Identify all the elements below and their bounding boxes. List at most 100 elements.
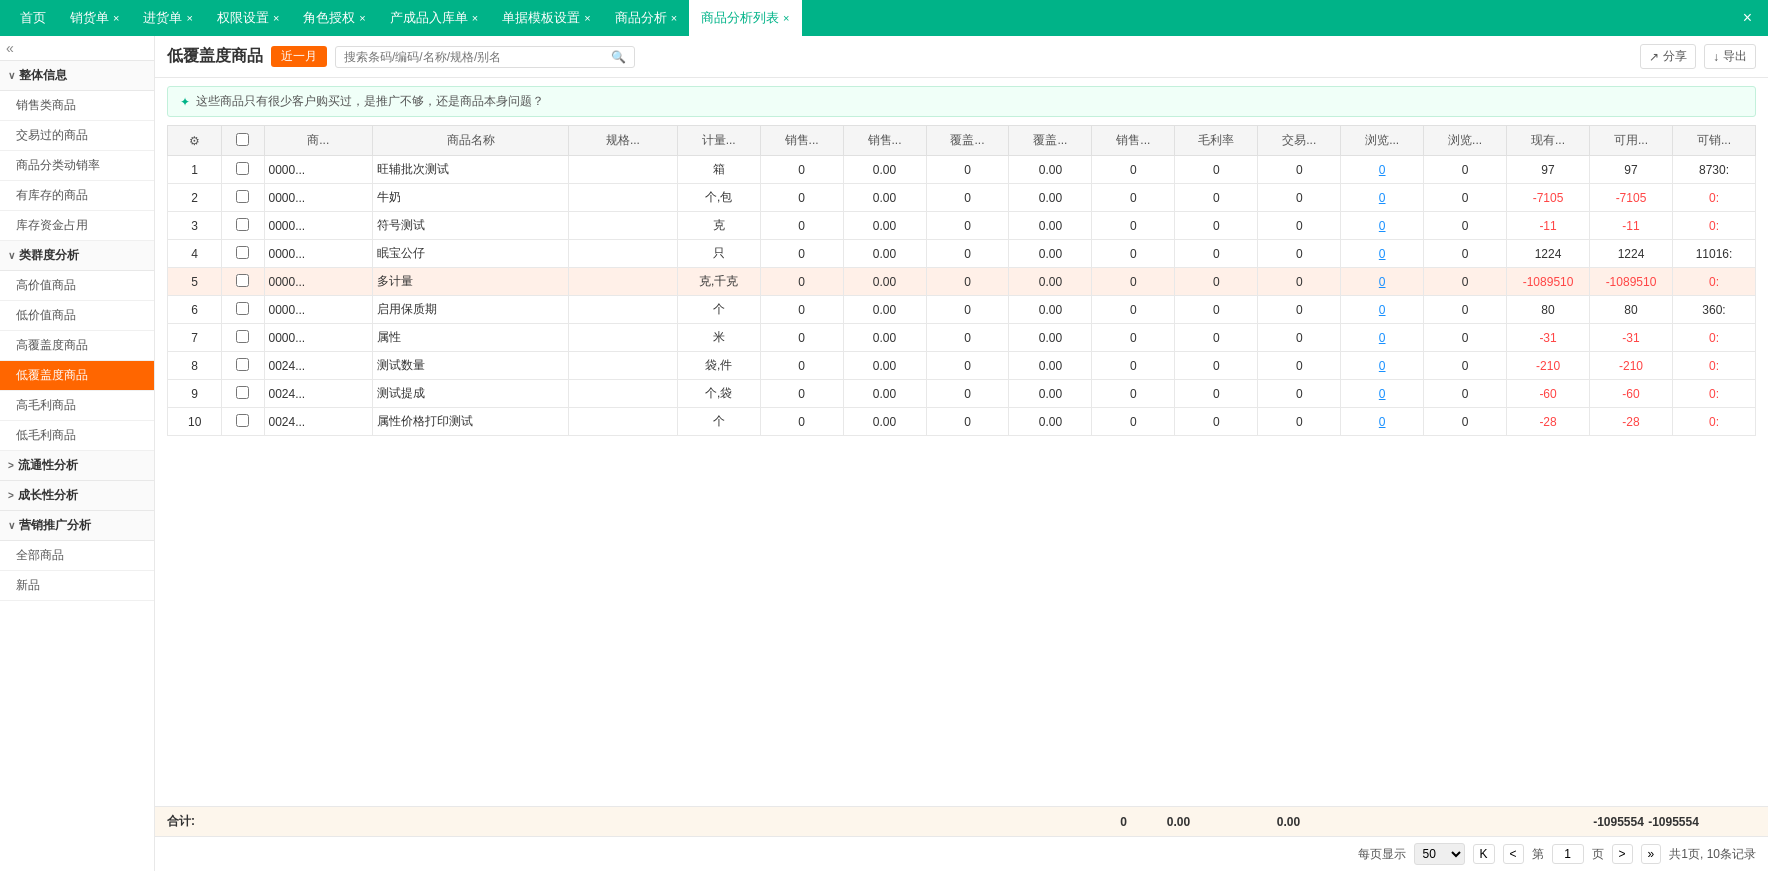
cell-code: 0000... [264, 296, 373, 324]
sidebar-item-low-profit[interactable]: 低毛利商品 [0, 421, 154, 451]
cell-sales3: 0 [1092, 212, 1175, 240]
data-table-container[interactable]: ⚙ 商... 商品名称 规格... 计量... 销售... 销售... 覆盖..… [167, 125, 1756, 806]
cell-browse1[interactable]: 0 [1341, 184, 1424, 212]
sidebar-item-low-coverage[interactable]: 低覆盖度商品 [0, 361, 154, 391]
close-sales-order-icon[interactable]: × [113, 0, 119, 36]
nav-home[interactable]: 首页 [8, 0, 58, 36]
sidebar-items-cluster: 高价值商品 低价值商品 高覆盖度商品 低覆盖度商品 高毛利商品 低毛利商品 [0, 271, 154, 451]
sidebar-item-stocked[interactable]: 有库存的商品 [0, 181, 154, 211]
close-permission-icon[interactable]: × [273, 0, 279, 36]
prev-page-button[interactable]: < [1503, 844, 1524, 864]
cell-browse1[interactable]: 0 [1341, 240, 1424, 268]
cell-gross: 0 [1175, 408, 1258, 436]
nav-permission-settings[interactable]: 权限设置 × [205, 0, 291, 36]
sidebar-item-high-profit[interactable]: 高毛利商品 [0, 391, 154, 421]
next-page-button[interactable]: > [1612, 844, 1633, 864]
cell-name: 眠宝公仔 [373, 240, 569, 268]
nav-role-auth[interactable]: 角色授权 × [291, 0, 377, 36]
cell-trade: 0 [1258, 240, 1341, 268]
cell-browse1[interactable]: 0 [1341, 296, 1424, 324]
cell-name: 旺辅批次测试 [373, 156, 569, 184]
cell-sales1: 0 [760, 156, 843, 184]
cell-browse1[interactable]: 0 [1341, 408, 1424, 436]
cell-cover2: 0.00 [1009, 212, 1092, 240]
cell-seq: 7 [168, 324, 222, 352]
search-icon[interactable]: 🔍 [611, 50, 626, 64]
cell-available: 1224 [1590, 240, 1673, 268]
nav-template-settings[interactable]: 单据模板设置 × [490, 0, 602, 36]
cell-saleable: 0: [1672, 212, 1755, 240]
cell-current: -1089510 [1507, 268, 1590, 296]
nav-product-analysis[interactable]: 商品分析 × [603, 0, 689, 36]
first-page-button[interactable]: K [1473, 844, 1495, 864]
sidebar-item-high-coverage[interactable]: 高覆盖度商品 [0, 331, 154, 361]
cell-sales1: 0 [760, 268, 843, 296]
close-template-icon[interactable]: × [584, 0, 590, 36]
cell-browse1[interactable]: 0 [1341, 156, 1424, 184]
sidebar-collapse-icon[interactable]: « [6, 40, 14, 56]
close-purchase-order-icon[interactable]: × [186, 0, 192, 36]
th-settings[interactable]: ⚙ [168, 126, 222, 156]
sidebar-item-high-value[interactable]: 高价值商品 [0, 271, 154, 301]
th-gross: 毛利率 [1175, 126, 1258, 156]
sidebar-item-new-products[interactable]: 新品 [0, 571, 154, 601]
cell-name: 启用保质期 [373, 296, 569, 324]
sidebar-item-capital[interactable]: 库存资金占用 [0, 211, 154, 241]
last-page-button[interactable]: » [1641, 844, 1662, 864]
search-input[interactable] [344, 50, 607, 64]
sidebar-item-category-rate[interactable]: 商品分类动销率 [0, 151, 154, 181]
page-size-select[interactable]: 50 100 200 [1414, 843, 1465, 865]
sidebar-item-all-products[interactable]: 全部商品 [0, 541, 154, 571]
close-role-icon[interactable]: × [359, 0, 365, 36]
cell-browse1[interactable]: 0 [1341, 212, 1424, 240]
th-checkbox[interactable] [222, 126, 264, 156]
cell-check[interactable] [222, 296, 264, 324]
sidebar-section-overall[interactable]: ∨ 整体信息 [0, 61, 154, 91]
sidebar-section-cluster[interactable]: ∨ 类群度分析 [0, 241, 154, 271]
time-filter-button[interactable]: 近一月 [271, 46, 327, 67]
cell-check[interactable] [222, 184, 264, 212]
export-button[interactable]: ↓ 导出 [1704, 44, 1756, 69]
th-cover2: 覆盖... [1009, 126, 1092, 156]
cell-browse1[interactable]: 0 [1341, 324, 1424, 352]
nav-product-warehouse[interactable]: 产成品入库单 × [378, 0, 490, 36]
sidebar-items-marketing: 全部商品 新品 [0, 541, 154, 601]
nav-sales-order[interactable]: 销货单 × [58, 0, 131, 36]
sidebar-section-marketing[interactable]: ∨ 营销推广分析 [0, 511, 154, 541]
th-current: 现有... [1507, 126, 1590, 156]
cell-browse1[interactable]: 0 [1341, 352, 1424, 380]
close-warehouse-icon[interactable]: × [472, 0, 478, 36]
cell-browse2: 0 [1424, 324, 1507, 352]
close-all-button[interactable]: × [1735, 9, 1760, 27]
cell-seq: 9 [168, 380, 222, 408]
share-button[interactable]: ↗ 分享 [1640, 44, 1696, 69]
cell-available: -7105 [1590, 184, 1673, 212]
cell-code: 0024... [264, 352, 373, 380]
close-analysis-list-icon[interactable]: × [783, 0, 789, 36]
nav-purchase-order[interactable]: 进货单 × [131, 0, 204, 36]
sidebar-item-sales-products[interactable]: 销售类商品 [0, 91, 154, 121]
sidebar-item-low-value[interactable]: 低价值商品 [0, 301, 154, 331]
sidebar-section-circulation[interactable]: > 流通性分析 [0, 451, 154, 481]
select-all-checkbox[interactable] [236, 133, 249, 146]
cell-check[interactable] [222, 352, 264, 380]
cell-check[interactable] [222, 324, 264, 352]
sidebar-item-traded-products[interactable]: 交易过的商品 [0, 121, 154, 151]
cell-cover2: 0.00 [1009, 408, 1092, 436]
cell-spec [569, 184, 678, 212]
page-number-input[interactable] [1552, 844, 1584, 864]
cell-check[interactable] [222, 268, 264, 296]
cell-check[interactable] [222, 156, 264, 184]
sidebar-section-growth[interactable]: > 成长性分析 [0, 481, 154, 511]
cell-browse1[interactable]: 0 [1341, 268, 1424, 296]
cell-check[interactable] [222, 380, 264, 408]
close-analysis-icon[interactable]: × [671, 0, 677, 36]
cell-spec [569, 156, 678, 184]
cell-check[interactable] [222, 240, 264, 268]
cell-check[interactable] [222, 212, 264, 240]
cell-check[interactable] [222, 408, 264, 436]
cell-browse1[interactable]: 0 [1341, 380, 1424, 408]
cell-code: 0024... [264, 408, 373, 436]
cell-current: 1224 [1507, 240, 1590, 268]
nav-product-analysis-list[interactable]: 商品分析列表 × [689, 0, 801, 36]
